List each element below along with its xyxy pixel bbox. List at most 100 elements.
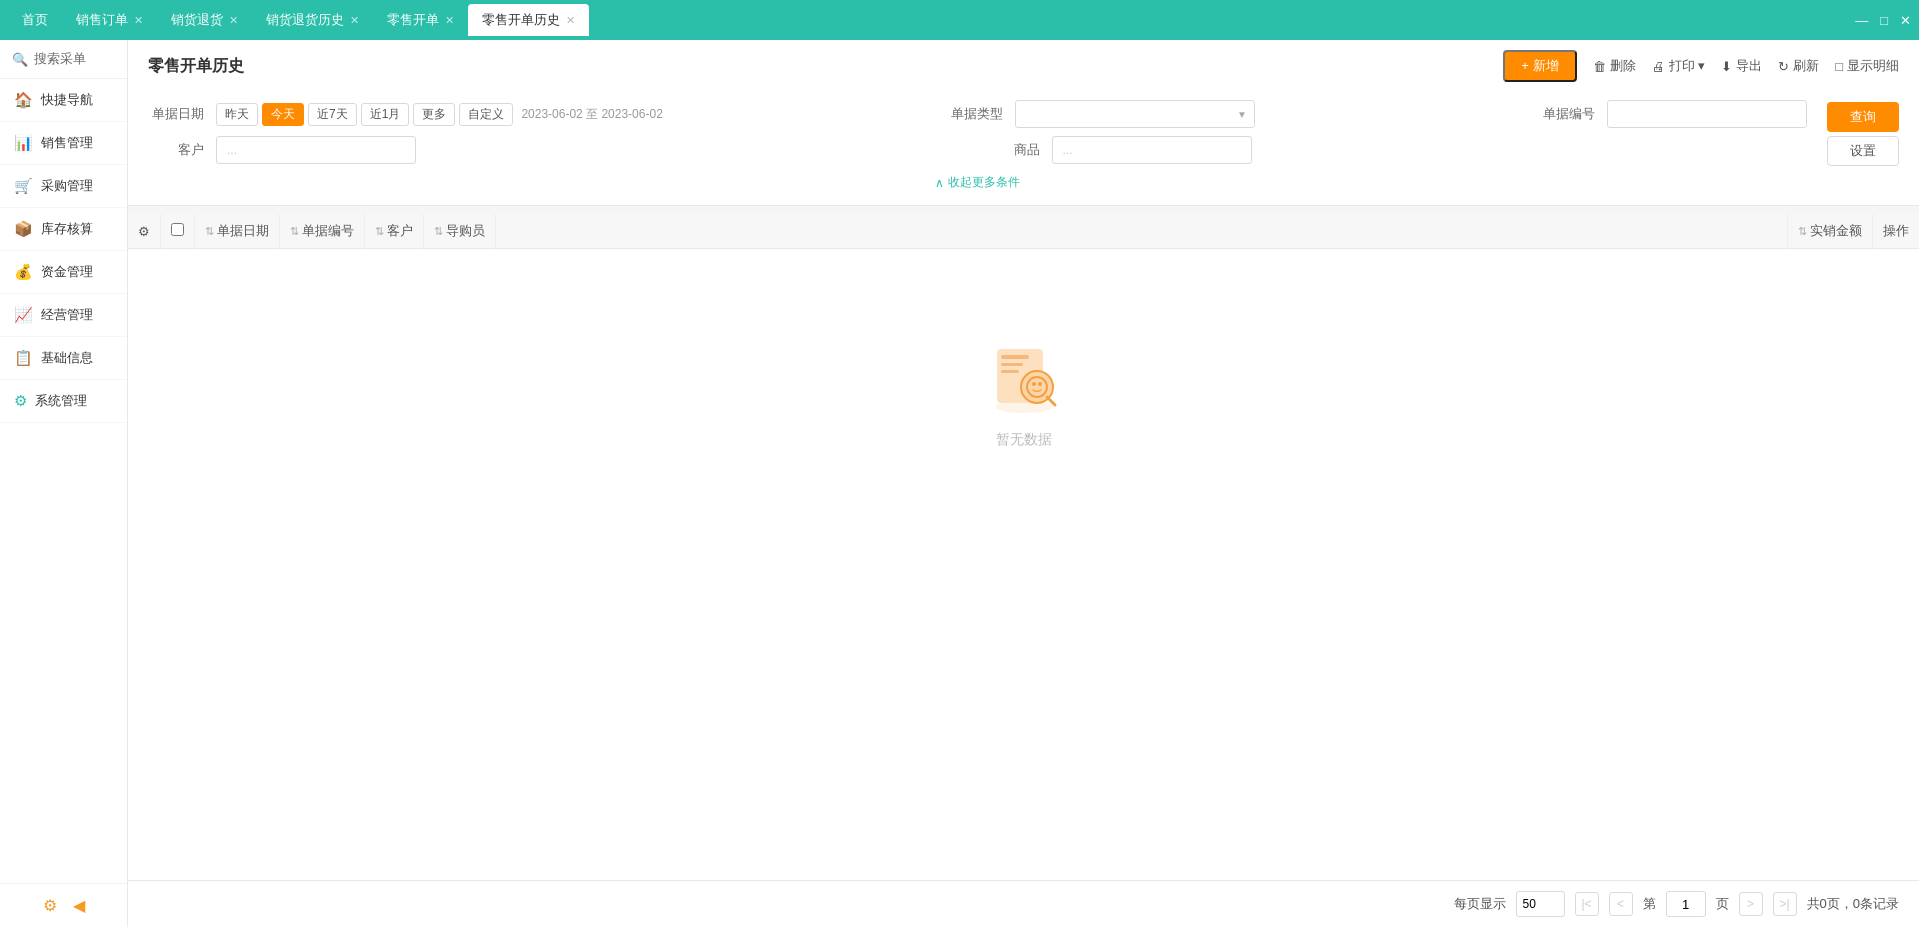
tab-sales-order[interactable]: 销售订单 ✕ [62, 4, 157, 36]
sidebar-item-system[interactable]: ⚙ 系统管理 [0, 380, 127, 423]
export-button[interactable]: ⬇ 导出 [1721, 57, 1762, 75]
sales-icon: 📊 [14, 134, 33, 152]
print-icon: 🖨 [1652, 59, 1665, 74]
close-icon[interactable]: ✕ [134, 14, 143, 27]
window-controls: — □ ✕ [1855, 13, 1911, 28]
query-button[interactable]: 查询 [1827, 102, 1899, 132]
sidebar-item-inventory[interactable]: 📦 库存核算 [0, 208, 127, 251]
add-button[interactable]: + 新增 [1503, 50, 1576, 82]
tab-retail-history[interactable]: 零售开单历史 ✕ [468, 4, 589, 36]
page-suffix: 页 [1716, 895, 1729, 913]
display-detail-button[interactable]: □ 显示明细 [1835, 57, 1899, 75]
checkbox-column[interactable] [161, 214, 195, 249]
sidebar: 🔍 搜索采单 🏠 快捷导航 📊 销售管理 🛒 采购管理 📦 库存核算 💰 资金管… [0, 40, 128, 927]
tab-bar: 首页 销售订单 ✕ 销货退货 ✕ 销货退货历史 ✕ 零售开单 ✕ 零售开单历史 … [0, 0, 1919, 40]
delete-button[interactable]: 🗑 删除 [1593, 57, 1636, 75]
date-btn-yesterday[interactable]: 昨天 [216, 103, 258, 126]
svg-point-9 [1038, 382, 1042, 386]
close-icon[interactable]: ✕ [566, 14, 575, 27]
display-icon: □ [1835, 59, 1843, 74]
empty-text: 暂无数据 [996, 431, 1052, 449]
last-page-btn[interactable]: >| [1773, 892, 1797, 916]
per-page-label: 每页显示 [1454, 895, 1506, 913]
select-all-checkbox[interactable] [171, 223, 184, 236]
svg-rect-2 [1001, 355, 1029, 359]
collapse-icon: ∧ [935, 176, 944, 190]
date-buttons: 昨天 今天 近7天 近1月 更多 自定义 2023-06-02 至 2023-0… [216, 103, 663, 126]
empty-row: 暂无数据 [128, 249, 1919, 530]
date-btn-today[interactable]: 今天 [262, 103, 304, 126]
sidebar-item-purchase[interactable]: 🛒 采购管理 [0, 165, 127, 208]
tab-sales-return[interactable]: 销货退货 ✕ [157, 4, 252, 36]
date-btn-1month[interactable]: 近1月 [361, 103, 410, 126]
type-select[interactable] [1015, 100, 1255, 128]
goods-input[interactable]: ... [1052, 136, 1252, 164]
type-label: 单据类型 [947, 105, 1003, 123]
per-page-select[interactable]: 10 20 50 100 [1516, 891, 1565, 917]
sidebar-item-quick-nav[interactable]: 🏠 快捷导航 [0, 79, 127, 122]
col-spacer [496, 214, 1788, 249]
refresh-icon: ↻ [1778, 59, 1789, 74]
table-header-row: ⚙ 单据日期 单据编号 客户 导购员 实销金额 操作 [128, 214, 1919, 249]
first-page-btn[interactable]: |< [1575, 892, 1599, 916]
empty-icon [979, 329, 1069, 419]
tab-sales-return-history[interactable]: 销货退货历史 ✕ [252, 4, 373, 36]
page-title-row: 零售开单历史 + 新增 🗑 删除 🖨 打印 ▾ ⬇ 导出 [148, 50, 1899, 90]
content-area: 零售开单历史 + 新增 🗑 删除 🖨 打印 ▾ ⬇ 导出 [128, 40, 1919, 927]
col-guide[interactable]: 导购员 [424, 214, 496, 249]
home-icon: 🏠 [14, 91, 33, 109]
purchase-icon: 🛒 [14, 177, 33, 195]
close-icon[interactable]: ✕ [350, 14, 359, 27]
filter-row-2: 客户 ... 商品 ... [148, 136, 1807, 164]
col-number[interactable]: 单据编号 [280, 214, 365, 249]
set-button[interactable]: 设置 [1827, 136, 1899, 166]
svg-rect-4 [1001, 370, 1019, 373]
minimize-btn[interactable]: — [1855, 13, 1868, 28]
sidebar-search[interactable]: 🔍 搜索采单 [0, 40, 127, 79]
col-customer[interactable]: 客户 [365, 214, 424, 249]
system-icon: ⚙ [14, 392, 27, 410]
data-table: ⚙ 单据日期 单据编号 客户 导购员 实销金额 操作 [128, 214, 1919, 529]
date-btn-custom[interactable]: 自定义 [459, 103, 513, 126]
collapse-sidebar-icon[interactable]: ◀ [73, 896, 85, 915]
refresh-button[interactable]: ↻ 刷新 [1778, 57, 1819, 75]
empty-state: 暂无数据 [128, 249, 1919, 529]
settings-icon[interactable]: ⚙ [43, 896, 57, 915]
sidebar-item-basic-info[interactable]: 📋 基础信息 [0, 337, 127, 380]
delete-icon: 🗑 [1593, 59, 1606, 74]
print-button[interactable]: 🖨 打印 ▾ [1652, 57, 1706, 75]
sidebar-item-finance[interactable]: 💰 资金管理 [0, 251, 127, 294]
page-header: 零售开单历史 + 新增 🗑 删除 🖨 打印 ▾ ⬇ 导出 [128, 40, 1919, 206]
filter-area: 单据日期 昨天 今天 近7天 近1月 更多 自定义 2023-06-02 至 2… [148, 90, 1899, 205]
col-amount[interactable]: 实销金额 [1788, 214, 1873, 249]
number-label: 单据编号 [1539, 105, 1595, 123]
collapse-filter-btn[interactable]: ∧ 收起更多条件 [925, 172, 1030, 193]
tab-retail-order[interactable]: 零售开单 ✕ [373, 4, 468, 36]
date-btn-more[interactable]: 更多 [413, 103, 455, 126]
search-icon: 🔍 [12, 52, 28, 67]
table-body: 暂无数据 [128, 249, 1919, 530]
page-prefix: 第 [1643, 895, 1656, 913]
customer-input[interactable]: ... [216, 136, 416, 164]
inventory-icon: 📦 [14, 220, 33, 238]
sidebar-item-management[interactable]: 📈 经营管理 [0, 294, 127, 337]
sidebar-item-sales[interactable]: 📊 销售管理 [0, 122, 127, 165]
number-input[interactable] [1607, 100, 1807, 128]
tab-home[interactable]: 首页 [8, 4, 62, 36]
filter-row-1: 单据日期 昨天 今天 近7天 近1月 更多 自定义 2023-06-02 至 2… [148, 100, 1807, 128]
col-date[interactable]: 单据日期 [195, 214, 280, 249]
close-icon[interactable]: ✕ [229, 14, 238, 27]
svg-rect-3 [1001, 363, 1023, 366]
close-btn[interactable]: ✕ [1900, 13, 1911, 28]
next-page-btn[interactable]: > [1739, 892, 1763, 916]
management-icon: 📈 [14, 306, 33, 324]
total-info: 共0页，0条记录 [1807, 895, 1899, 913]
prev-page-btn[interactable]: < [1609, 892, 1633, 916]
basic-info-icon: 📋 [14, 349, 33, 367]
maximize-btn[interactable]: □ [1880, 13, 1888, 28]
customer-label: 客户 [148, 141, 204, 159]
close-icon[interactable]: ✕ [445, 14, 454, 27]
gear-column[interactable]: ⚙ [128, 214, 161, 249]
date-btn-7days[interactable]: 近7天 [308, 103, 357, 126]
page-number-input[interactable] [1666, 891, 1706, 917]
